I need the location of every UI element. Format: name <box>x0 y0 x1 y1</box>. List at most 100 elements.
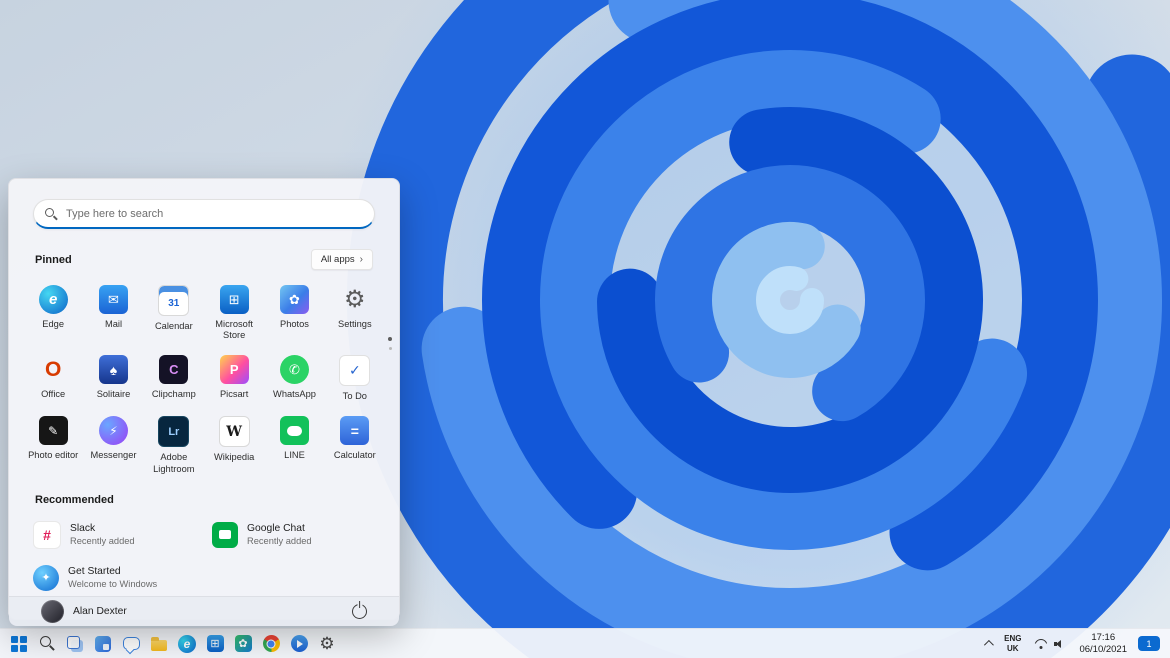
recommended-item-title: Slack <box>70 523 96 535</box>
recommended-list: Slack Recently added Google Chat Recentl… <box>25 516 383 596</box>
pinned-app[interactable]: Microsoft Store <box>204 280 264 346</box>
pinned-app[interactable]: WhatsApp <box>264 350 324 405</box>
recommended-item-subtitle: Welcome to Windows <box>68 579 158 590</box>
recommended-heading: Recommended <box>35 493 114 506</box>
taskbar-button[interactable] <box>6 631 32 657</box>
pinned-app[interactable]: Photos <box>264 280 324 335</box>
app-icon <box>39 355 68 384</box>
pinned-app[interactable]: Edge <box>23 280 83 335</box>
pinned-grid: Edge Mail Calendar Microsoft Store Photo… <box>23 280 385 480</box>
all-apps-button[interactable]: All apps › <box>310 249 373 270</box>
app-label: Photo editor <box>28 450 79 461</box>
user-button[interactable]: Alan Dexter <box>35 597 133 626</box>
taskbar-button[interactable] <box>230 631 256 657</box>
app-label: Wikipedia <box>214 452 255 463</box>
taskbar-button[interactable] <box>174 631 200 657</box>
recommended-item-icon <box>33 520 61 549</box>
taskbar-button[interactable] <box>286 631 312 657</box>
pinned-app[interactable]: Photo editor <box>23 411 83 466</box>
app-label: Adobe Lightroom <box>153 452 195 474</box>
app-icon <box>98 355 128 385</box>
pinned-app[interactable]: Settings <box>325 280 385 335</box>
recommended-item-icon <box>33 564 59 591</box>
chevron-up-icon <box>984 639 994 650</box>
all-apps-label: All apps <box>320 254 355 265</box>
search-icon <box>45 208 57 220</box>
taskbar-button[interactable] <box>118 631 144 657</box>
taskbar-button[interactable] <box>202 631 228 657</box>
pinned-app[interactable]: Messenger <box>83 411 143 466</box>
app-icon <box>340 285 369 314</box>
user-name: Alan Dexter <box>73 605 127 617</box>
taskbar-button[interactable] <box>258 631 284 657</box>
app-icon <box>340 416 370 446</box>
app-icon <box>98 285 128 314</box>
search-box <box>33 199 375 229</box>
app-label: Microsoft Store <box>215 319 254 341</box>
pinned-app[interactable]: Wikipedia <box>204 411 264 468</box>
recommended-item[interactable]: Get Started Welcome to Windows <box>25 560 204 596</box>
recommended-item-title: Google Chat <box>247 523 305 535</box>
clock-time: 17:16 <box>1091 631 1116 643</box>
page-dot[interactable] <box>388 347 392 350</box>
language-line2: UK <box>1007 643 1019 653</box>
system-tray: ENG UK 17:16 06/10/2021 1 <box>982 630 1164 658</box>
app-icon <box>219 285 249 314</box>
pinned-app[interactable]: Calculator <box>325 411 385 466</box>
user-avatar <box>41 599 64 623</box>
network-icon <box>1034 639 1047 649</box>
app-icon <box>339 355 371 387</box>
app-label: Settings <box>338 319 372 329</box>
pinned-app[interactable]: Adobe Lightroom <box>144 411 204 479</box>
app-label: WhatsApp <box>273 389 316 400</box>
app-label: Edge <box>42 319 65 329</box>
pinned-app[interactable]: Office <box>23 350 83 405</box>
app-label: Clipchamp <box>151 389 196 400</box>
taskbar-button[interactable] <box>146 631 172 657</box>
app-icon <box>159 355 189 385</box>
page-indicator <box>388 337 392 350</box>
app-icon <box>279 416 309 446</box>
pinned-app[interactable]: Mail <box>83 280 143 335</box>
pinned-heading: Pinned <box>35 253 72 266</box>
language-indicator[interactable]: ENG UK <box>1002 632 1023 655</box>
app-icon <box>158 285 190 316</box>
app-label: Picsart <box>219 389 249 400</box>
app-label: Calculator <box>333 450 376 461</box>
recommended-item[interactable]: Google Chat Recently added <box>204 516 383 554</box>
power-button[interactable] <box>346 598 373 625</box>
app-label: Calendar <box>154 321 193 331</box>
pinned-app[interactable]: Solitaire <box>83 350 143 405</box>
pinned-app[interactable]: Calendar <box>144 280 204 337</box>
taskbar-button[interactable] <box>314 631 340 657</box>
clock[interactable]: 17:16 06/10/2021 <box>1077 630 1129 658</box>
pinned-app[interactable]: LINE <box>264 411 324 466</box>
pinned-app[interactable]: Picsart <box>204 350 264 405</box>
app-label: Solitaire <box>96 389 131 400</box>
app-icon <box>38 285 68 314</box>
app-icon <box>158 416 190 448</box>
language-line1: ENG <box>1004 633 1022 643</box>
recommended-item-subtitle: Recently added <box>70 536 135 547</box>
page-dot-current[interactable] <box>388 337 392 341</box>
tray-status-icons[interactable] <box>1032 637 1068 651</box>
notification-badge[interactable]: 1 <box>1138 636 1160 651</box>
volume-icon <box>1054 639 1066 649</box>
pinned-app[interactable]: Clipchamp <box>144 350 204 405</box>
taskbar-button[interactable] <box>90 631 116 657</box>
clock-date: 06/10/2021 <box>1079 643 1127 655</box>
app-label: Office <box>41 389 66 400</box>
app-icon <box>38 416 68 446</box>
app-label: Photos <box>280 319 309 329</box>
app-label: LINE <box>284 450 305 461</box>
pinned-app[interactable]: To Do <box>325 350 385 407</box>
recommended-item-title: Get Started <box>68 566 121 578</box>
start-menu-footer: Alan Dexter <box>9 595 399 626</box>
tray-chevron-button[interactable] <box>982 638 994 650</box>
search-input[interactable] <box>33 199 375 229</box>
taskbar-buttons <box>6 631 340 657</box>
recommended-item[interactable]: Slack Recently added <box>25 516 204 554</box>
app-icon <box>279 285 309 314</box>
taskbar-button[interactable] <box>62 631 88 657</box>
taskbar-button[interactable] <box>34 631 60 657</box>
